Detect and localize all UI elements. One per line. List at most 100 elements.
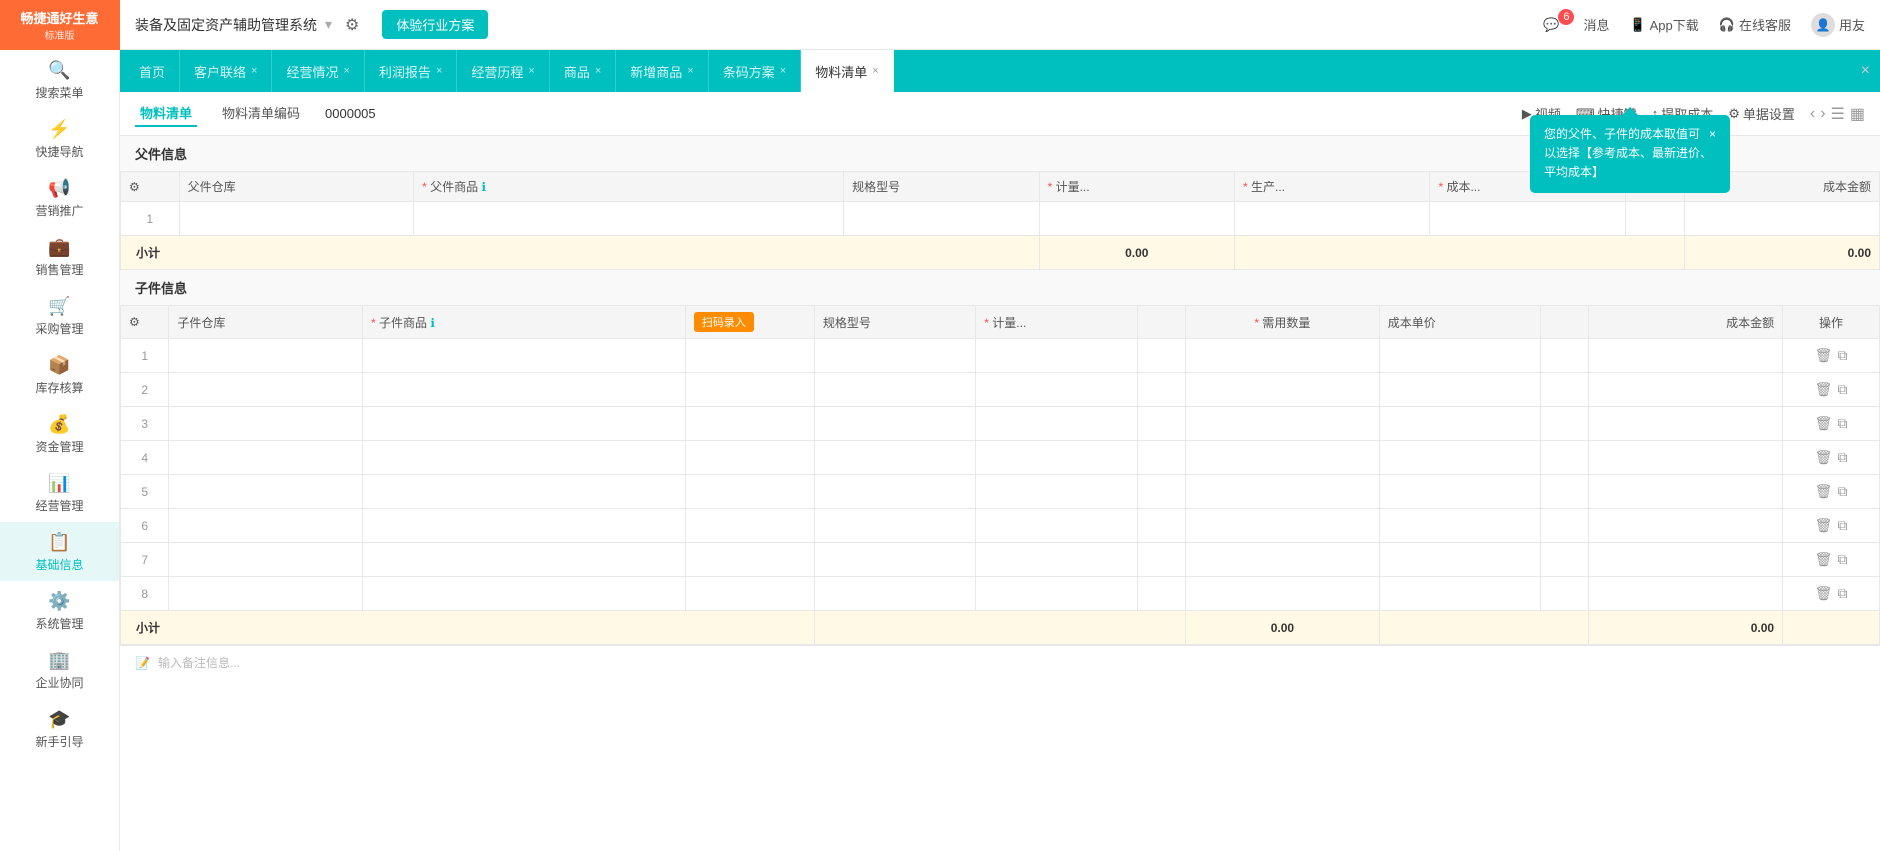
parent-spec-1[interactable]: [844, 202, 1039, 236]
avatar-icon: 👤: [1811, 13, 1835, 37]
close-tab-new-goods[interactable]: ×: [687, 65, 693, 77]
tab-profit[interactable]: 利润报告 ×: [365, 50, 457, 92]
copy-icon[interactable]: ⧉: [1837, 381, 1847, 398]
grid-view-btn[interactable]: ☰: [1831, 104, 1845, 124]
delete-icon[interactable]: 🗑: [1815, 585, 1833, 602]
copy-icon[interactable]: ⧉: [1837, 347, 1847, 364]
copy-icon[interactable]: ⧉: [1837, 585, 1847, 602]
parent-col-production: * 生产...: [1235, 172, 1430, 202]
search-icon: 🔍: [48, 60, 70, 81]
child-spec-2[interactable]: [814, 373, 975, 407]
sidebar-item-newbie[interactable]: 🎓 新手引导: [0, 699, 119, 758]
child-measure-2[interactable]: [976, 373, 1137, 407]
child-row-num: 3: [121, 407, 169, 441]
close-tab-bom[interactable]: ×: [872, 65, 878, 77]
tab-customer[interactable]: 客户联络 ×: [180, 50, 272, 92]
parent-production-1[interactable]: [1235, 202, 1430, 236]
child-qty-1[interactable]: [1186, 339, 1380, 373]
child-subtotal-label: 小计: [121, 611, 815, 645]
child-extra-1: [1137, 339, 1185, 373]
parent-col-warehouse: 父件仓库: [179, 172, 414, 202]
tab-goods[interactable]: 商品 ×: [550, 50, 616, 92]
sidebar-item-purchase[interactable]: 🛒 采购管理: [0, 286, 119, 345]
parent-cost-1[interactable]: [1430, 202, 1625, 236]
sub-tab-bom[interactable]: 物料清单: [135, 100, 197, 127]
tab-bom[interactable]: 物料清单 ×: [801, 50, 893, 92]
child-product-2[interactable]: [363, 373, 686, 407]
delete-icon[interactable]: 🗑: [1815, 483, 1833, 500]
child-subtotal-qty: 0.00: [1186, 611, 1380, 645]
phone-icon: 📱: [1629, 17, 1645, 33]
copy-icon[interactable]: ⧉: [1837, 517, 1847, 534]
list-view-btn[interactable]: ▦: [1850, 104, 1865, 124]
parent-product-1[interactable]: [414, 202, 844, 236]
child-warehouse-2[interactable]: [169, 373, 363, 407]
child-measure-1[interactable]: [976, 339, 1137, 373]
single-setting-action[interactable]: ⚙ 单据设置: [1728, 104, 1795, 123]
next-nav-btn[interactable]: ›: [1820, 105, 1825, 123]
app-download-action[interactable]: 📱 App下载: [1629, 15, 1698, 34]
sub-tab-bom-code[interactable]: 物料清单编码: [217, 100, 305, 127]
note-icon: 📝: [135, 656, 150, 670]
sidebar-item-quick-nav[interactable]: ⚡ 快捷导航: [0, 109, 119, 168]
copy-icon[interactable]: ⧉: [1837, 449, 1847, 466]
user-avatar[interactable]: 👤 用友: [1811, 13, 1865, 37]
delete-icon[interactable]: 🗑: [1815, 449, 1833, 466]
scan-button[interactable]: 扫码录入: [694, 312, 754, 332]
parent-subtotal-amount: 0.00: [1684, 236, 1880, 270]
child-ops-2: 🗑⧉: [1783, 373, 1880, 407]
sidebar-item-basic-info[interactable]: 📋 基础信息: [0, 522, 119, 581]
tab-home[interactable]: 首页: [125, 50, 180, 92]
tab-barcode[interactable]: 条码方案 ×: [709, 50, 801, 92]
delete-icon[interactable]: 🗑: [1815, 381, 1833, 398]
delete-icon[interactable]: 🗑: [1815, 347, 1833, 364]
child-unitcost-1[interactable]: [1379, 339, 1540, 373]
sidebar-item-sales[interactable]: 💼 销售管理: [0, 227, 119, 286]
close-tab-customer[interactable]: ×: [251, 65, 257, 77]
tab-history[interactable]: 经营历程 ×: [457, 50, 549, 92]
trial-button[interactable]: 体验行业方案: [382, 10, 488, 39]
tooltip-close-button[interactable]: ×: [1709, 125, 1716, 144]
note-text: 输入备注信息...: [158, 654, 240, 671]
child-col-qty: * 需用数量: [1186, 306, 1380, 339]
close-tab-history[interactable]: ×: [528, 65, 534, 77]
child-extra2-1: [1541, 339, 1589, 373]
child-qty-2[interactable]: [1186, 373, 1380, 407]
message-action[interactable]: 💬 6 消息: [1543, 15, 1609, 34]
copy-icon[interactable]: ⧉: [1837, 415, 1847, 432]
sidebar-item-marketing[interactable]: 📢 营销推广: [0, 168, 119, 227]
close-tab-barcode[interactable]: ×: [780, 65, 786, 77]
building-icon: 🏢: [48, 650, 70, 671]
delete-icon[interactable]: 🗑: [1815, 551, 1833, 568]
tooltip-box: × 您的父件、子件的成本取值可以选择【参考成本、最新进价、平均成本】: [1530, 115, 1730, 193]
child-warehouse-1[interactable]: [169, 339, 363, 373]
sidebar-item-system[interactable]: ⚙️ 系统管理: [0, 581, 119, 640]
sidebar-item-finance[interactable]: 💰 资金管理: [0, 404, 119, 463]
parent-measure-1[interactable]: [1039, 202, 1234, 236]
copy-icon[interactable]: ⧉: [1837, 551, 1847, 568]
online-service-action[interactable]: 🎧 在线客服: [1719, 15, 1791, 34]
child-row: 1 🗑⧉: [121, 339, 1880, 373]
delete-icon[interactable]: 🗑: [1815, 415, 1833, 432]
tab-new-goods[interactable]: 新增商品 ×: [616, 50, 708, 92]
message-icon: 💬: [1543, 17, 1559, 33]
sidebar-item-enterprise[interactable]: 🏢 企业协同: [0, 640, 119, 699]
prev-nav-btn[interactable]: ‹: [1810, 105, 1815, 123]
sidebar-item-inventory[interactable]: 📦 库存核算: [0, 345, 119, 404]
child-spec-1[interactable]: [814, 339, 975, 373]
copy-icon[interactable]: ⧉: [1837, 483, 1847, 500]
close-all-tabs[interactable]: ×: [1851, 62, 1880, 80]
child-product-1[interactable]: [363, 339, 686, 373]
sidebar-item-search[interactable]: 🔍 搜索菜单: [0, 50, 119, 109]
delete-icon[interactable]: 🗑: [1815, 517, 1833, 534]
close-tab-operations[interactable]: ×: [343, 65, 349, 77]
sidebar-item-operations[interactable]: 📊 经营管理: [0, 463, 119, 522]
dropdown-arrow-icon[interactable]: ▾: [325, 16, 332, 33]
close-tab-goods[interactable]: ×: [595, 65, 601, 77]
child-unitcost-2[interactable]: [1379, 373, 1540, 407]
close-tab-profit[interactable]: ×: [436, 65, 442, 77]
tab-operations[interactable]: 经营情况 ×: [272, 50, 364, 92]
parent-warehouse-1[interactable]: [179, 202, 414, 236]
settings-button[interactable]: ⚙: [345, 15, 359, 35]
money-icon: 💰: [48, 414, 70, 435]
